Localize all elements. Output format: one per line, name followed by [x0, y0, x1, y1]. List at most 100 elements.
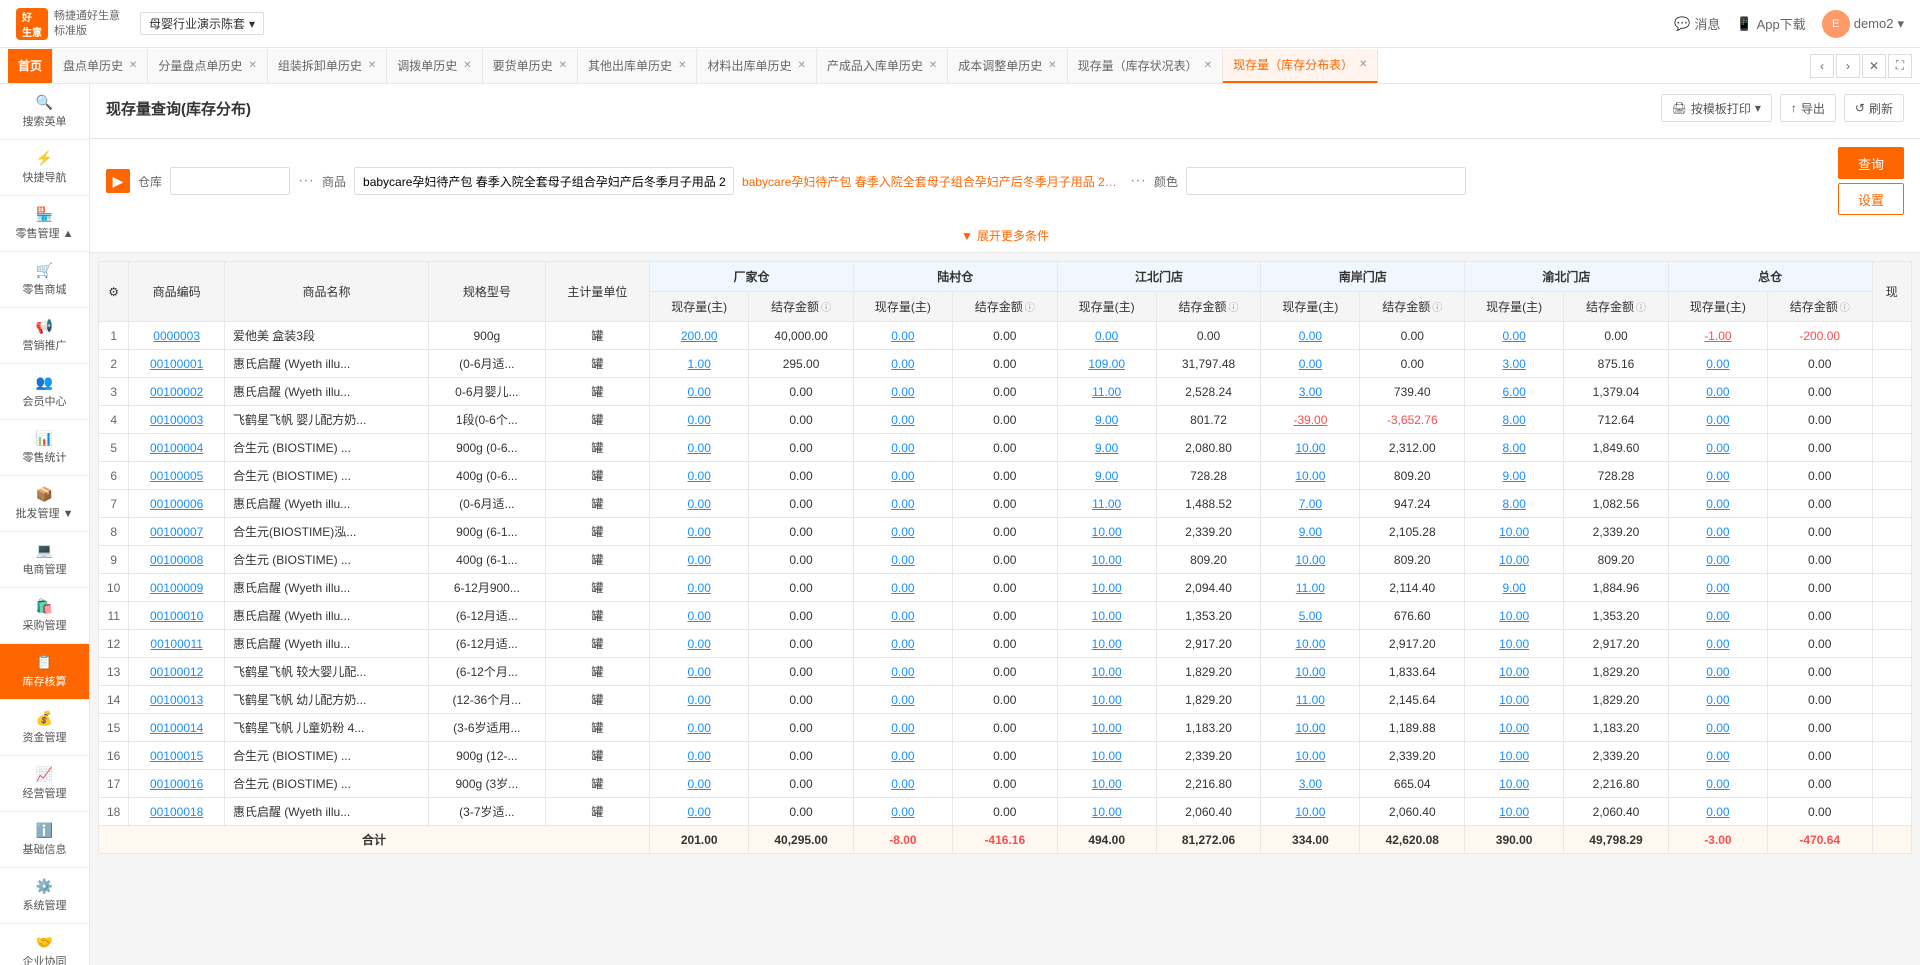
tab-cailiao[interactable]: 材料出库单历史 ✕	[697, 49, 816, 83]
nanan-qty[interactable]: -39.00	[1261, 406, 1360, 434]
lucun-qty[interactable]: 0.00	[853, 798, 952, 826]
tab-zuzhuang[interactable]: 组装拆卸单历史 ✕	[268, 49, 387, 83]
tab-chengpin[interactable]: 产成品入库单历史 ✕	[817, 49, 948, 83]
close-icon[interactable]: ✕	[463, 60, 471, 71]
jiangbei-qty[interactable]: 10.00	[1057, 546, 1156, 574]
product-code[interactable]: 00100002	[129, 378, 225, 406]
jiangbei-qty[interactable]: 10.00	[1057, 714, 1156, 742]
factory-qty[interactable]: 1.00	[650, 350, 749, 378]
yubei-qty[interactable]: 9.00	[1465, 574, 1564, 602]
factory-qty[interactable]: 0.00	[650, 546, 749, 574]
sidebar-item-finance[interactable]: 💰 资金管理	[0, 700, 89, 756]
nanan-qty[interactable]: 5.00	[1261, 602, 1360, 630]
total-qty[interactable]: 0.00	[1668, 546, 1767, 574]
setting-btn[interactable]: 设置	[1838, 183, 1904, 215]
lucun-qty[interactable]: 0.00	[853, 350, 952, 378]
total-qty[interactable]: 0.00	[1668, 378, 1767, 406]
total-qty[interactable]: 0.00	[1668, 434, 1767, 462]
sidebar-item-search[interactable]: 🔍 搜索英单	[0, 84, 89, 140]
print-btn[interactable]: 🖨 按模板打印 ▾	[1661, 94, 1772, 122]
jiangbei-qty[interactable]: 11.00	[1057, 378, 1156, 406]
sidebar-item-inventory[interactable]: 📋 库存核算	[0, 644, 89, 700]
lucun-qty[interactable]: 0.00	[853, 378, 952, 406]
info-icon[interactable]: ⓘ	[1025, 303, 1035, 314]
lucun-qty[interactable]: 0.00	[853, 462, 952, 490]
warehouse-more-icon[interactable]: ···	[298, 172, 314, 190]
product-code[interactable]: 00100010	[129, 602, 225, 630]
sidebar-item-nav[interactable]: ⚡ 快捷导航	[0, 140, 89, 196]
warehouse-input[interactable]	[170, 167, 290, 195]
filter-toggle-btn[interactable]: ▶	[106, 169, 130, 193]
nanan-qty[interactable]: 10.00	[1261, 434, 1360, 462]
jiangbei-qty[interactable]: 9.00	[1057, 406, 1156, 434]
sidebar-item-retail-stats[interactable]: 📊 零售统计	[0, 420, 89, 476]
yubei-qty[interactable]: 10.00	[1465, 630, 1564, 658]
product-code[interactable]: 00100014	[129, 714, 225, 742]
jiangbei-qty[interactable]: 9.00	[1057, 462, 1156, 490]
sidebar-item-wholesale[interactable]: 📦 批发管理 ▼	[0, 476, 89, 532]
total-qty[interactable]: 0.00	[1668, 658, 1767, 686]
th-settings[interactable]: ⚙	[99, 262, 129, 322]
tab-home[interactable]: 首页	[8, 49, 53, 83]
nanan-qty[interactable]: 11.00	[1261, 574, 1360, 602]
sidebar-item-member[interactable]: 👥 会员中心	[0, 364, 89, 420]
export-btn[interactable]: ↑ 导出	[1780, 94, 1836, 122]
total-qty[interactable]: 0.00	[1668, 518, 1767, 546]
close-icon[interactable]: ✕	[1359, 59, 1367, 70]
industry-selector[interactable]: 母婴行业演示陈套 ▾	[140, 12, 264, 35]
nanan-qty[interactable]: 10.00	[1261, 546, 1360, 574]
close-icon[interactable]: ✕	[1048, 60, 1056, 71]
lucun-qty[interactable]: 0.00	[853, 714, 952, 742]
close-icon[interactable]: ✕	[248, 60, 256, 71]
product-code[interactable]: 00100006	[129, 490, 225, 518]
total-qty[interactable]: 0.00	[1668, 462, 1767, 490]
nanan-qty[interactable]: 10.00	[1261, 714, 1360, 742]
lucun-qty[interactable]: 0.00	[853, 770, 952, 798]
total-qty[interactable]: 0.00	[1668, 350, 1767, 378]
nanan-qty[interactable]: 0.00	[1261, 322, 1360, 350]
tab-qitachu[interactable]: 其他出库单历史 ✕	[578, 49, 697, 83]
yubei-qty[interactable]: 8.00	[1465, 434, 1564, 462]
factory-qty[interactable]: 0.00	[650, 406, 749, 434]
yubei-qty[interactable]: 6.00	[1465, 378, 1564, 406]
product-code[interactable]: 00100015	[129, 742, 225, 770]
product-code[interactable]: 00100001	[129, 350, 225, 378]
tab-maximize-btn[interactable]: ⛶	[1888, 54, 1912, 78]
lucun-qty[interactable]: 0.00	[853, 686, 952, 714]
jiangbei-qty[interactable]: 10.00	[1057, 658, 1156, 686]
nanan-qty[interactable]: 10.00	[1261, 630, 1360, 658]
factory-qty[interactable]: 0.00	[650, 658, 749, 686]
sidebar-item-mall[interactable]: 🛒 零售商城	[0, 252, 89, 308]
lucun-qty[interactable]: 0.00	[853, 602, 952, 630]
tab-yaohuo[interactable]: 要货单历史 ✕	[483, 49, 578, 83]
yubei-qty[interactable]: 10.00	[1465, 518, 1564, 546]
product-code[interactable]: 00100005	[129, 462, 225, 490]
total-qty[interactable]: 0.00	[1668, 630, 1767, 658]
yubei-qty[interactable]: 10.00	[1465, 798, 1564, 826]
factory-qty[interactable]: 0.00	[650, 714, 749, 742]
lucun-qty[interactable]: 0.00	[853, 742, 952, 770]
factory-qty[interactable]: 0.00	[650, 630, 749, 658]
lucun-qty[interactable]: 0.00	[853, 546, 952, 574]
nanan-qty[interactable]: 10.00	[1261, 658, 1360, 686]
factory-qty[interactable]: 0.00	[650, 462, 749, 490]
lucun-qty[interactable]: 0.00	[853, 406, 952, 434]
factory-qty[interactable]: 200.00	[650, 322, 749, 350]
total-qty[interactable]: 0.00	[1668, 490, 1767, 518]
yubei-qty[interactable]: 10.00	[1465, 686, 1564, 714]
factory-qty[interactable]: 0.00	[650, 770, 749, 798]
close-icon[interactable]: ✕	[559, 60, 567, 71]
query-btn[interactable]: 查询	[1838, 147, 1904, 179]
factory-qty[interactable]: 0.00	[650, 490, 749, 518]
sidebar-item-retail-mgmt[interactable]: 🏪 零售管理 ▲	[0, 196, 89, 252]
lucun-qty[interactable]: 0.00	[853, 490, 952, 518]
tab-xiancunliang-kuang[interactable]: 现存量（库存状况表） ✕	[1068, 49, 1223, 83]
factory-qty[interactable]: 0.00	[650, 686, 749, 714]
product-code[interactable]: 00100007	[129, 518, 225, 546]
product-code[interactable]: 00100018	[129, 798, 225, 826]
settings-icon[interactable]: ⚙	[108, 285, 119, 299]
info-icon[interactable]: ⓘ	[1432, 303, 1442, 314]
yubei-qty[interactable]: 10.00	[1465, 770, 1564, 798]
lucun-qty[interactable]: 0.00	[853, 658, 952, 686]
tab-prev-btn[interactable]: ‹	[1810, 54, 1834, 78]
